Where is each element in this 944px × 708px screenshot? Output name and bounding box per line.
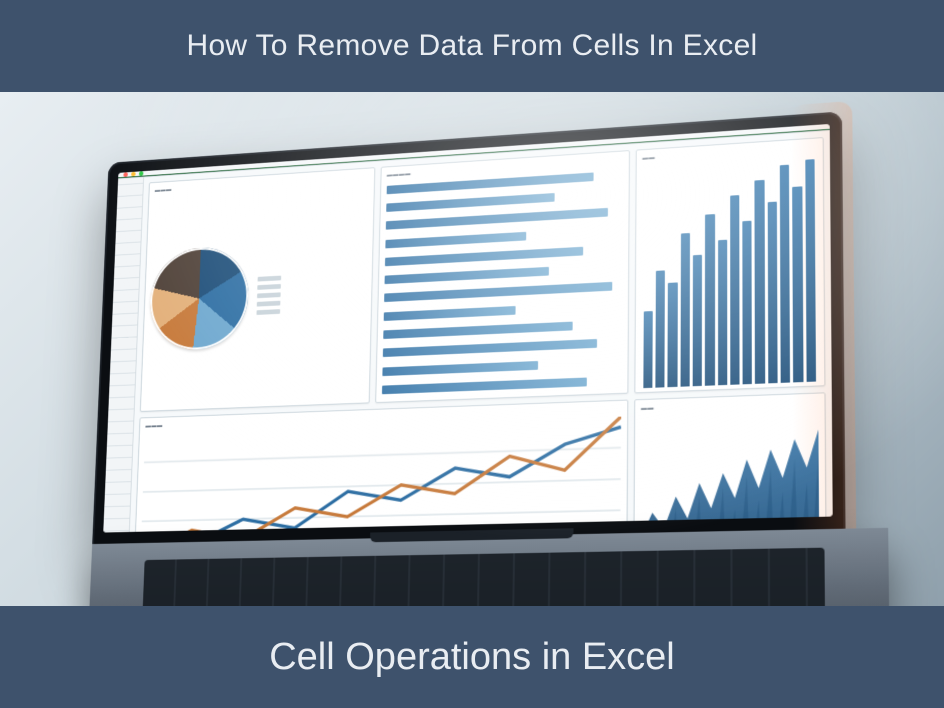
- excel-ribbon: [118, 129, 830, 178]
- line-chart-panel: ▬▬▬: [133, 399, 628, 532]
- laptop-illustration: ▬▬▬ ▬▬▬▬: [87, 108, 890, 606]
- pie-chart-panel: ▬▬▬: [140, 167, 375, 411]
- close-icon: [123, 172, 128, 177]
- laptop-screen-frame: ▬▬▬ ▬▬▬▬: [92, 111, 846, 547]
- laptop-deck: [87, 528, 890, 606]
- tutorial-card: How To Remove Data From Cells In Excel: [0, 0, 944, 708]
- line-chart: [139, 416, 621, 532]
- window-titlebar: [118, 124, 830, 177]
- worksheet-body: ▬▬▬ ▬▬▬▬: [103, 131, 832, 533]
- pie-chart: [146, 183, 368, 406]
- header-band: How To Remove Data From Cells In Excel: [0, 0, 944, 92]
- page-title: How To Remove Data From Cells In Excel: [186, 29, 757, 63]
- hero-illustration: ▬▬▬ ▬▬▬▬: [0, 92, 944, 606]
- panel-heading: ▬▬▬: [145, 406, 621, 429]
- panel-heading: ▬▬▬▬: [387, 157, 623, 178]
- pie-legend: [256, 275, 281, 314]
- panel-heading: ▬▬: [641, 399, 818, 411]
- excel-toolbar: [118, 130, 830, 179]
- pie-chart-icon: [148, 245, 249, 351]
- minimize-icon: [131, 172, 136, 177]
- row-headers: [103, 177, 144, 532]
- vbar-chart-panel: ▬▬: [634, 137, 825, 393]
- maximize-icon: [139, 171, 144, 176]
- hbar-chart-panel: ▬▬▬▬: [375, 150, 630, 403]
- footer-title: Cell Operations in Excel: [269, 636, 675, 679]
- glow-effect: [791, 101, 857, 544]
- panel-heading: ▬▬▬: [155, 174, 369, 194]
- area-chart-panel: ▬▬: [633, 392, 827, 533]
- vertical-bar-chart: [641, 154, 818, 388]
- keyboard-icon: [142, 548, 825, 606]
- laptop-hinge: [370, 528, 574, 542]
- panel-heading: ▬▬: [642, 144, 816, 161]
- excel-screen: ▬▬▬ ▬▬▬▬: [103, 124, 832, 533]
- horizontal-bar-chart: [382, 167, 623, 398]
- footer-band: Cell Operations in Excel: [0, 606, 944, 708]
- dashboard-grid: ▬▬▬ ▬▬▬▬: [127, 131, 832, 533]
- area-chart: [640, 409, 819, 532]
